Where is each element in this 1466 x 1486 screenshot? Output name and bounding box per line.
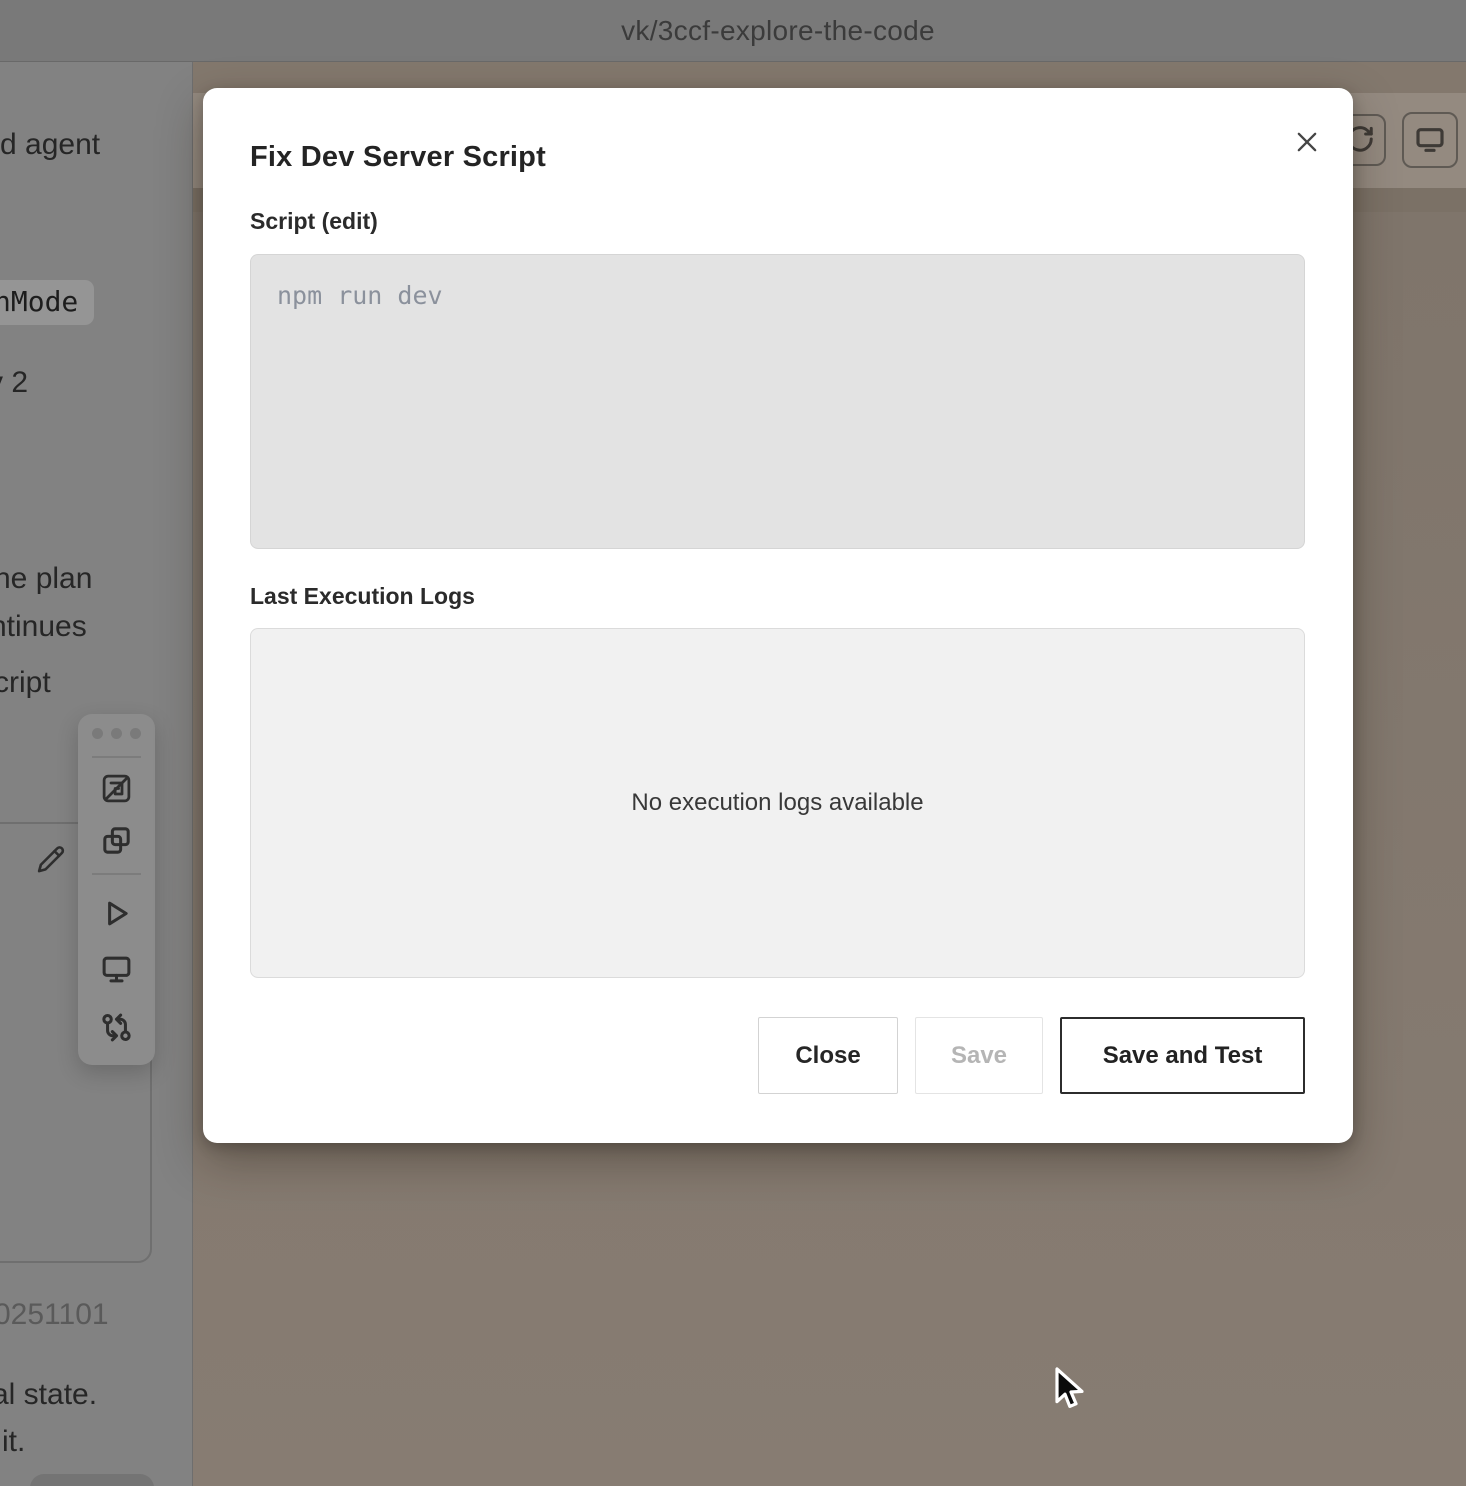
window-titlebar: vk/3ccf-explore-the-code <box>0 0 1466 62</box>
pencil-icon[interactable] <box>36 844 66 879</box>
save-button[interactable]: Save <box>915 1017 1043 1094</box>
sidebar-text-script: cript <box>0 666 51 699</box>
copy-icon[interactable] <box>100 824 133 857</box>
save-and-test-button[interactable]: Save and Test <box>1060 1017 1305 1094</box>
script-input[interactable] <box>250 254 1305 549</box>
floating-toolbar <box>78 714 155 1065</box>
close-icon[interactable] <box>1289 124 1325 160</box>
dialog-button-row: Close Save Save and Test <box>250 1017 1305 1094</box>
window-title: vk/3ccf-explore-the-code <box>621 15 935 46</box>
sidebar-text-agent: d agent <box>0 128 101 161</box>
sidebar-text-state: al state. <box>0 1378 98 1411</box>
script-label: Script (edit) <box>250 208 378 234</box>
git-branch-icon[interactable] <box>100 1011 133 1044</box>
logs-label: Last Execution Logs <box>250 583 475 609</box>
play-icon[interactable] <box>100 897 133 930</box>
sidebar-text-continues: ntinues <box>0 610 87 643</box>
sidebar-bottom-button[interactable] <box>30 1474 154 1486</box>
sidebar-text-it: it. <box>2 1425 26 1458</box>
logs-empty-message: No execution logs available <box>631 789 924 816</box>
toolbar-divider <box>92 756 141 758</box>
drag-handle-dots[interactable] <box>78 728 155 739</box>
sidebar-text-attempt: y 2 <box>0 366 29 399</box>
mode-chip: nMode <box>0 280 95 325</box>
fix-dev-server-dialog: Fix Dev Server Script Script (edit) Last… <box>203 88 1353 1143</box>
close-button[interactable]: Close <box>758 1017 898 1094</box>
preview-monitor-button[interactable] <box>1402 112 1458 168</box>
sidebar-text-timestamp: 0251101 <box>0 1298 109 1331</box>
monitor-icon <box>1414 123 1446 158</box>
sidebar-text-plan: he plan <box>0 562 93 595</box>
execution-logs-box: No execution logs available <box>250 628 1305 978</box>
monitor-icon[interactable] <box>100 952 133 985</box>
logo-icon[interactable] <box>100 772 133 805</box>
dialog-title: Fix Dev Server Script <box>250 141 546 173</box>
toolbar-divider <box>92 873 141 875</box>
